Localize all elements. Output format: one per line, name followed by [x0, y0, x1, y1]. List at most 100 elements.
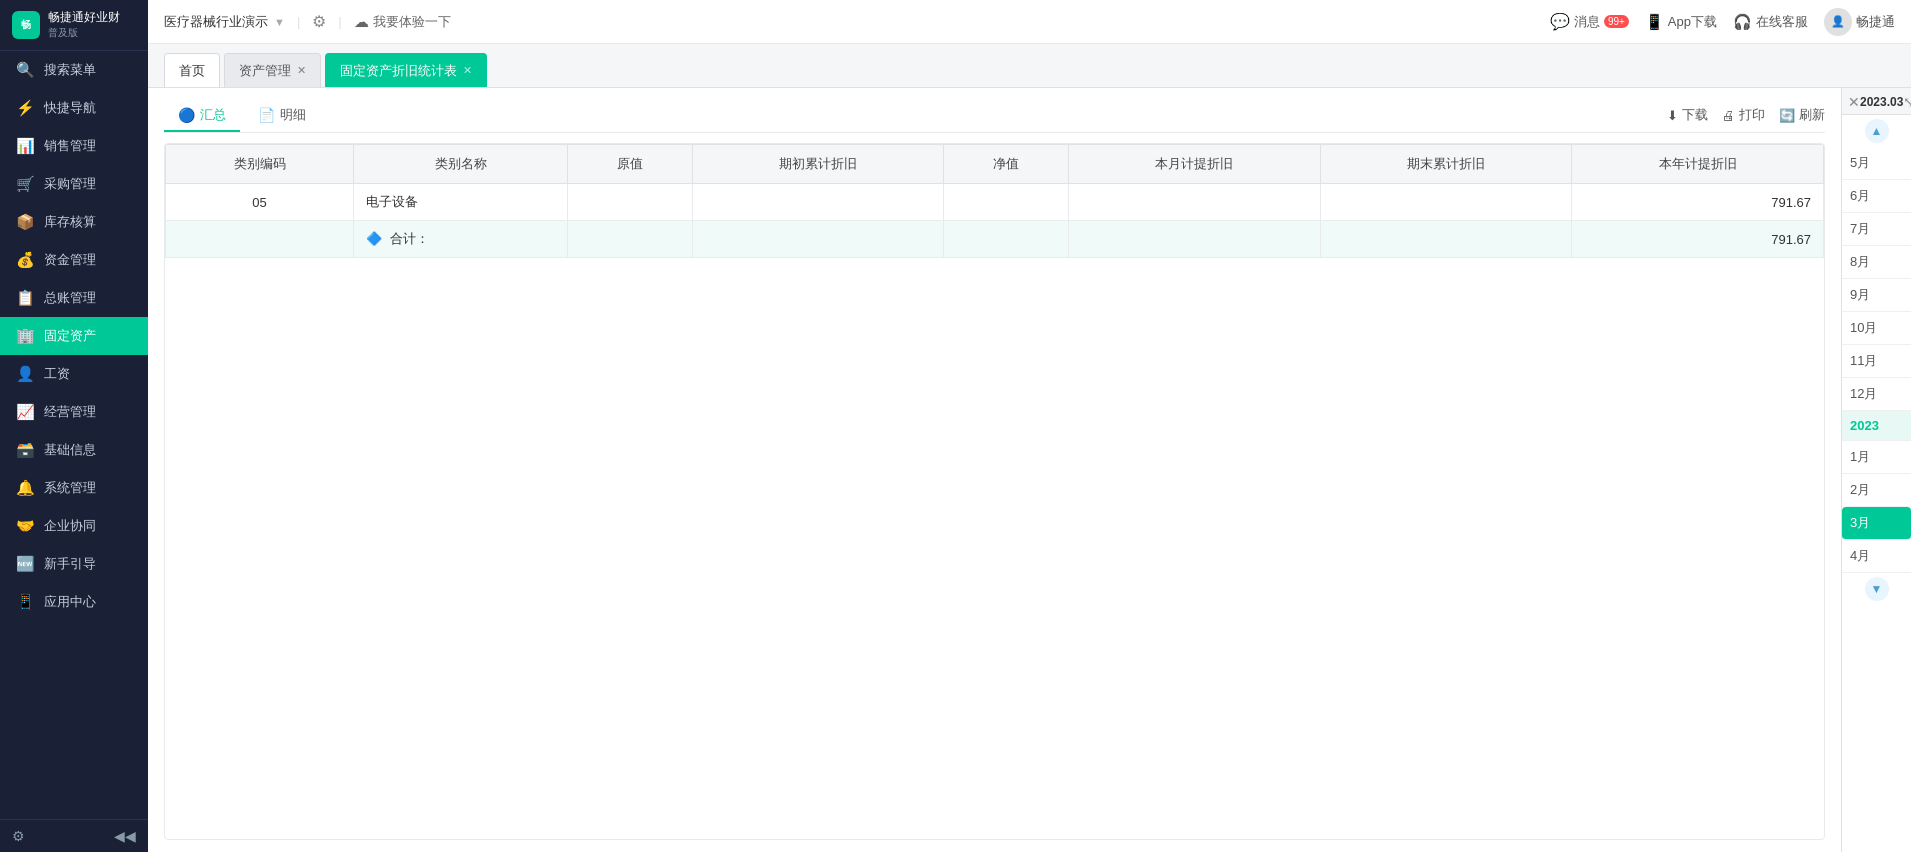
person-icon: 👤 [16, 365, 34, 383]
sidebar-item-app-center[interactable]: 📱 应用中心 [0, 583, 148, 621]
date-item-10[interactable]: 10月 [1842, 312, 1911, 345]
topbar-right: 💬 消息 99+ 📱 App下载 🎧 在线客服 👤 畅捷通 [1550, 8, 1895, 36]
data-table: 类别编码 类别名称 原值 期初累计折旧 净值 本月计提折旧 期末累计折旧 本年计… [164, 143, 1825, 840]
info-icon: 🔷 [366, 231, 382, 246]
settings-gear-icon[interactable]: ⚙ [312, 12, 326, 31]
refresh-btn[interactable]: 🔄 刷新 [1779, 106, 1825, 124]
money-icon: 💰 [16, 251, 34, 269]
content-main: 🔵 汇总 📄 明细 ⬇ 下载 🖨 打印 [148, 88, 1841, 852]
sidebar-header: 畅 畅捷通好业财 普及版 [0, 0, 148, 51]
total-monthly [1069, 221, 1321, 258]
dropdown-icon: ▼ [274, 16, 285, 28]
sidebar-item-system[interactable]: 🔔 系统管理 [0, 469, 148, 507]
date-item-2023-3[interactable]: 3月 [1842, 507, 1911, 540]
date-item-9[interactable]: 9月 [1842, 279, 1911, 312]
table-header-row: 类别编码 类别名称 原值 期初累计折旧 净值 本月计提折旧 期末累计折旧 本年计… [166, 145, 1824, 184]
date-panel: ✕ 2023.03 ⤡ ▲ 5月 6月 7月 8月 [1841, 88, 1911, 852]
download-btn[interactable]: ⬇ 下载 [1667, 106, 1708, 124]
main-area: 医疗器械行业演示 ▼ | ⚙ | ☁ 我要体验一下 💬 消息 99+ 📱 App… [148, 0, 1911, 852]
tab-asset-mgmt[interactable]: 资产管理 ✕ [224, 53, 321, 87]
cell-annual: 791.67 [1572, 184, 1824, 221]
folder-icon: 🗃️ [16, 441, 34, 459]
sidebar-item-business[interactable]: 📈 经营管理 [0, 393, 148, 431]
tab-fixed-asset-depreciation[interactable]: 固定资产折旧统计表 ✕ [325, 53, 487, 87]
cell-initial-accum [692, 184, 944, 221]
date-scroll-up[interactable]: ▲ [1865, 119, 1889, 143]
phone-icon: 📱 [1645, 13, 1664, 31]
sidebar-item-guide[interactable]: 🆕 新手引导 [0, 545, 148, 583]
date-item-12[interactable]: 12月 [1842, 378, 1911, 411]
tab-close-depreciation[interactable]: ✕ [463, 64, 472, 77]
sub-tab-summary[interactable]: 🔵 汇总 [164, 100, 240, 132]
sidebar-item-ledger[interactable]: 📋 总账管理 [0, 279, 148, 317]
tab-home[interactable]: 首页 [164, 53, 220, 87]
new-icon: 🆕 [16, 555, 34, 573]
experience-btn[interactable]: ☁ 我要体验一下 [354, 13, 451, 31]
date-item-8[interactable]: 8月 [1842, 246, 1911, 279]
date-scroll-list[interactable]: ▲ 5月 6月 7月 8月 9月 10月 [1842, 115, 1911, 852]
date-scroll-down[interactable]: ▼ [1865, 577, 1889, 601]
bell-icon: 🔔 [16, 479, 34, 497]
table-total-row: 🔷 合计： 791.67 [166, 221, 1824, 258]
sub-tab-detail[interactable]: 📄 明细 [244, 100, 320, 132]
headset-icon: 🎧 [1733, 13, 1752, 31]
col-code: 类别编码 [166, 145, 354, 184]
lightning-icon: ⚡ [16, 99, 34, 117]
sidebar-item-quick-nav[interactable]: ⚡ 快捷导航 [0, 89, 148, 127]
sidebar-item-inventory[interactable]: 📦 库存核算 [0, 203, 148, 241]
date-item-2023-2[interactable]: 2月 [1842, 474, 1911, 507]
cell-period-end-accum [1320, 184, 1572, 221]
date-item-7[interactable]: 7月 [1842, 213, 1911, 246]
print-btn[interactable]: 🖨 打印 [1722, 106, 1765, 124]
tab-close-asset-mgmt[interactable]: ✕ [297, 64, 306, 77]
trend-icon: 📈 [16, 403, 34, 421]
company-name: 医疗器械行业演示 [164, 13, 268, 31]
total-period-end-accum [1320, 221, 1572, 258]
col-initial-accum: 期初累计折旧 [692, 145, 944, 184]
avatar: 👤 [1824, 8, 1852, 36]
date-item-2023-1[interactable]: 1月 [1842, 441, 1911, 474]
collapse-icon[interactable]: ◀◀ [114, 828, 136, 844]
sub-tabs: 🔵 汇总 📄 明细 [164, 100, 320, 132]
app-download-btn[interactable]: 📱 App下载 [1645, 13, 1717, 31]
sidebar-item-enterprise[interactable]: 🤝 企业协同 [0, 507, 148, 545]
sidebar-item-fixed-assets[interactable]: 🏢 固定资产 [0, 317, 148, 355]
chart-icon: 📊 [16, 137, 34, 155]
cell-name: 电子设备 [354, 184, 568, 221]
topbar: 医疗器械行业演示 ▼ | ⚙ | ☁ 我要体验一下 💬 消息 99+ 📱 App… [148, 0, 1911, 44]
company-selector[interactable]: 医疗器械行业演示 ▼ [164, 13, 285, 31]
sidebar-item-search[interactable]: 🔍 搜索菜单 [0, 51, 148, 89]
messages-btn[interactable]: 💬 消息 99+ [1550, 12, 1629, 31]
box-icon: 📦 [16, 213, 34, 231]
settings-icon[interactable]: ⚙ [12, 828, 25, 844]
col-monthly: 本月计提折旧 [1069, 145, 1321, 184]
handshake-icon: 🤝 [16, 517, 34, 535]
ledger-icon: 📋 [16, 289, 34, 307]
print-icon: 🖨 [1722, 108, 1735, 123]
message-icon: 💬 [1550, 12, 1570, 31]
sidebar-item-sales[interactable]: 📊 销售管理 [0, 127, 148, 165]
table-row[interactable]: 05 电子设备 791.67 [166, 184, 1824, 221]
date-item-2023-4[interactable]: 4月 [1842, 540, 1911, 573]
customer-service-btn[interactable]: 🎧 在线客服 [1733, 13, 1808, 31]
date-item-5[interactable]: 5月 [1842, 147, 1911, 180]
panel-close-icon[interactable]: ✕ [1848, 94, 1860, 110]
total-net [944, 221, 1069, 258]
panel-expand-icon[interactable]: ⤡ [1903, 94, 1911, 110]
date-item-11[interactable]: 11月 [1842, 345, 1911, 378]
total-annual: 791.67 [1572, 221, 1824, 258]
download-icon: ⬇ [1667, 108, 1678, 123]
sidebar-footer: ⚙ ◀◀ [0, 819, 148, 852]
content-area: 🔵 汇总 📄 明细 ⬇ 下载 🖨 打印 [148, 88, 1911, 852]
sidebar-item-purchase[interactable]: 🛒 采购管理 [0, 165, 148, 203]
col-net: 净值 [944, 145, 1069, 184]
sidebar-item-payroll[interactable]: 👤 工资 [0, 355, 148, 393]
col-name: 类别名称 [354, 145, 568, 184]
date-item-6[interactable]: 6月 [1842, 180, 1911, 213]
refresh-icon: 🔄 [1779, 108, 1795, 123]
user-profile-btn[interactable]: 👤 畅捷通 [1824, 8, 1895, 36]
app-subtitle: 普及版 [48, 26, 120, 40]
sidebar-item-base-info[interactable]: 🗃️ 基础信息 [0, 431, 148, 469]
total-code [166, 221, 354, 258]
sidebar-item-finance[interactable]: 💰 资金管理 [0, 241, 148, 279]
